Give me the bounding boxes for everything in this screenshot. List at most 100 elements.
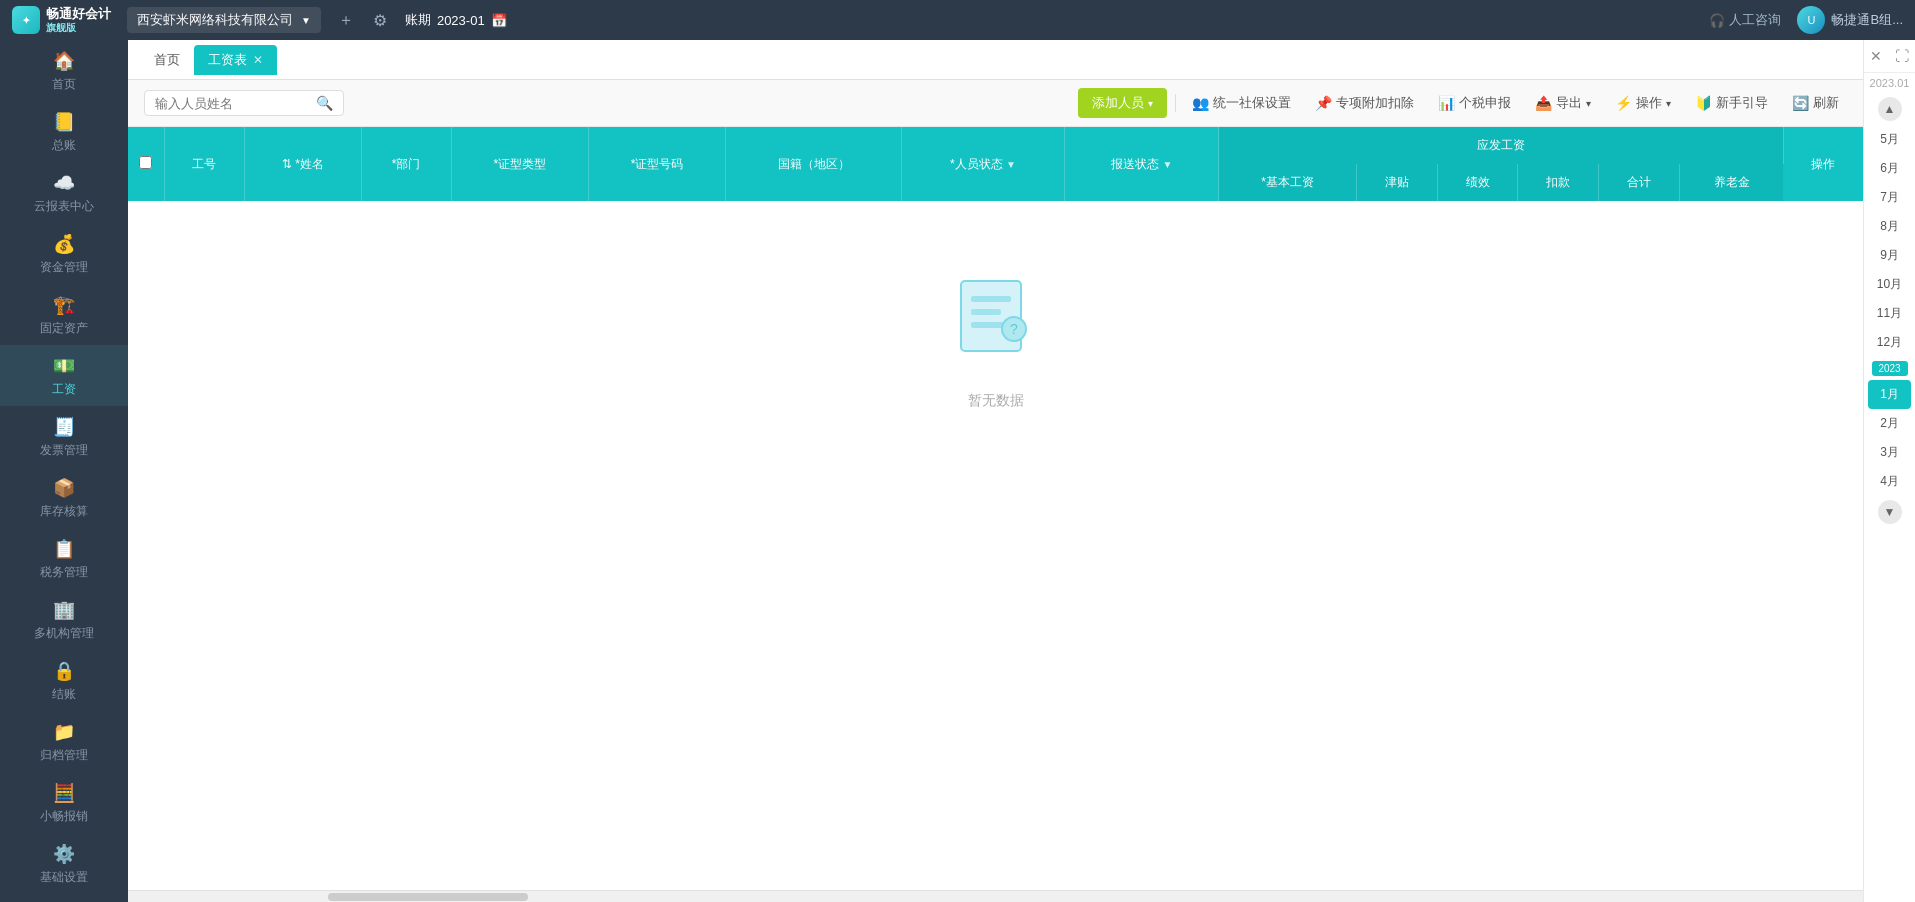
invoice-icon: 🧾 xyxy=(53,416,75,438)
fixed-assets-icon: 🏗️ xyxy=(53,294,75,316)
th-employee-id: 工号 xyxy=(164,127,245,201)
company-selector[interactable]: 西安虾米网络科技有限公司 ▼ xyxy=(127,7,321,33)
sidebar-item-invoice[interactable]: 🧾 发票管理 xyxy=(0,406,128,467)
settings-icon[interactable]: ⚙ xyxy=(367,7,393,33)
expand-icon[interactable]: ⛶ xyxy=(1895,48,1909,64)
year-2023-badge: 2023 xyxy=(1872,361,1908,376)
sidebar-item-inventory[interactable]: 📦 库存核算 xyxy=(0,467,128,528)
tab-bar: 首页 工资表 ✕ xyxy=(128,40,1863,80)
th-pension: 养老金 xyxy=(1680,164,1783,201)
logo-icon: ✦ xyxy=(12,6,40,34)
sidebar-item-cloud-report[interactable]: ☁️ 云报表中心 xyxy=(0,162,128,223)
chevron-down-icon: ▼ xyxy=(301,15,311,26)
month-6-2022[interactable]: 6月 xyxy=(1864,154,1915,183)
horizontal-scrollbar[interactable] xyxy=(128,890,1863,902)
search-box[interactable]: 🔍 xyxy=(144,90,344,116)
period-display: 账期 2023-01 📅 xyxy=(405,11,507,29)
th-name: ⇅ *姓名 xyxy=(245,127,361,201)
toolbar: 🔍 添加人员 ▾ 👥 统一社保设置 📌 xyxy=(128,80,1863,127)
tax-icon: 📊 xyxy=(1438,95,1455,111)
current-period: 2023.01 xyxy=(1864,73,1915,93)
refresh-icon: 🔄 xyxy=(1792,95,1809,111)
topbar-actions: ＋ ⚙ xyxy=(333,7,393,33)
add-person-button[interactable]: 添加人员 ▾ xyxy=(1078,88,1167,118)
sidebar-item-closing[interactable]: 🔒 结账 xyxy=(0,650,128,711)
cloud-icon: ☁️ xyxy=(53,172,75,194)
empty-state: ? 暂无数据 xyxy=(128,201,1863,470)
multi-org-icon: 🏢 xyxy=(53,599,75,621)
guide-btn-icon: 🔰 xyxy=(1695,95,1712,111)
scroll-down-button[interactable]: ▼ xyxy=(1878,500,1902,524)
app-logo: ✦ 畅通好会计 旗舰版 xyxy=(12,6,111,34)
headset-icon: 🎧 xyxy=(1709,13,1725,28)
social-security-button[interactable]: 👥 统一社保设置 xyxy=(1184,90,1299,116)
tab-close-icon[interactable]: ✕ xyxy=(253,53,263,67)
th-action: 操作 xyxy=(1783,127,1863,201)
month-1-2023[interactable]: 1月 xyxy=(1868,380,1911,409)
export-button[interactable]: 📤 导出 ▾ xyxy=(1527,90,1599,116)
ledger-icon: 📒 xyxy=(53,111,75,133)
th-department: *部门 xyxy=(361,127,451,201)
sidebar-item-ledger[interactable]: 📒 总账 xyxy=(0,101,128,162)
operations-button[interactable]: ⚡ 操作 ▾ xyxy=(1607,90,1679,116)
sidebar-item-multi-org[interactable]: 🏢 多机构管理 xyxy=(0,589,128,650)
salary-table: 工号 ⇅ *姓名 *部门 *证型类型 *证型号码 国籍（地区） *人员状态 ▼ xyxy=(128,127,1863,201)
chevron-down-icon: ▾ xyxy=(1586,98,1591,109)
sidebar-item-expense[interactable]: 🧮 小畅报销 xyxy=(0,772,128,833)
main-content: 🔍 添加人员 ▾ 👥 统一社保设置 📌 xyxy=(128,80,1863,902)
operations-icon: ⚡ xyxy=(1615,95,1632,111)
salary-icon: 💵 xyxy=(53,355,75,377)
divider xyxy=(1175,94,1176,112)
month-11-2022[interactable]: 11月 xyxy=(1864,299,1915,328)
sidebar-item-guide[interactable]: 🔰 新手引导 xyxy=(0,894,128,902)
th-total: 合计 xyxy=(1599,164,1680,201)
month-2-2023[interactable]: 2月 xyxy=(1864,409,1915,438)
content-area: 首页 工资表 ✕ 🔍 添加人员 xyxy=(128,40,1863,902)
month-5-2022[interactable]: 5月 xyxy=(1864,125,1915,154)
refresh-button[interactable]: 🔄 刷新 xyxy=(1784,90,1847,116)
toolbar-right: 添加人员 ▾ 👥 统一社保设置 📌 专项附加扣除 xyxy=(1078,88,1847,118)
tax-icon: 📋 xyxy=(53,538,75,560)
chevron-down-icon: ▾ xyxy=(1148,98,1153,109)
special-deduction-button[interactable]: 📌 专项附加扣除 xyxy=(1307,90,1422,116)
export-icon: 📤 xyxy=(1535,95,1552,111)
chevron-down-icon: ▾ xyxy=(1666,98,1671,109)
th-deduction: 扣款 xyxy=(1518,164,1599,201)
settings-sidebar-icon: ⚙️ xyxy=(53,843,75,865)
month-9-2022[interactable]: 9月 xyxy=(1864,241,1915,270)
table-container: 工号 ⇅ *姓名 *部门 *证型类型 *证型号码 国籍（地区） *人员状态 ▼ xyxy=(128,127,1863,890)
filter-icon2[interactable]: ▼ xyxy=(1163,159,1173,170)
month-4-2023[interactable]: 4月 xyxy=(1864,467,1915,496)
month-7-2022[interactable]: 7月 xyxy=(1864,183,1915,212)
month-8-2022[interactable]: 8月 xyxy=(1864,212,1915,241)
add-icon[interactable]: ＋ xyxy=(333,7,359,33)
tab-home[interactable]: 首页 xyxy=(140,45,194,75)
sidebar-item-fund[interactable]: 💰 资金管理 xyxy=(0,223,128,284)
guide-button[interactable]: 🔰 新手引导 xyxy=(1687,90,1776,116)
close-icon[interactable]: ✕ xyxy=(1870,48,1882,64)
month-12-2022[interactable]: 12月 xyxy=(1864,328,1915,357)
svg-rect-3 xyxy=(971,322,1006,328)
sidebar-item-tax[interactable]: 📋 税务管理 xyxy=(0,528,128,589)
home-icon: 🏠 xyxy=(53,50,75,72)
sidebar-item-settings[interactable]: ⚙️ 基础设置 xyxy=(0,833,128,894)
sidebar-item-home[interactable]: 🏠 首页 xyxy=(0,40,128,101)
sidebar-item-salary[interactable]: 💵 工资 xyxy=(0,345,128,406)
search-input[interactable] xyxy=(155,96,316,111)
tab-salary-table[interactable]: 工资表 ✕ xyxy=(194,45,277,75)
right-panel-header: ✕ ⛶ xyxy=(1864,40,1915,73)
month-3-2023[interactable]: 3月 xyxy=(1864,438,1915,467)
scrollbar-thumb[interactable] xyxy=(328,893,528,901)
social-security-icon: 👥 xyxy=(1192,95,1209,111)
filter-icon[interactable]: ▼ xyxy=(1006,159,1016,170)
sidebar-item-archive[interactable]: 📁 归档管理 xyxy=(0,711,128,772)
empty-text: 暂无数据 xyxy=(968,392,1024,410)
scroll-up-button[interactable]: ▲ xyxy=(1878,97,1902,121)
sidebar-item-fixed-assets[interactable]: 🏗️ 固定资产 xyxy=(0,284,128,345)
month-10-2022[interactable]: 10月 xyxy=(1864,270,1915,299)
service-button[interactable]: 🎧 人工咨询 xyxy=(1709,11,1781,29)
calendar-icon[interactable]: 📅 xyxy=(491,13,507,28)
select-all-checkbox[interactable] xyxy=(139,156,152,169)
th-payroll-group: 应发工资 xyxy=(1219,127,1783,164)
tax-declaration-button[interactable]: 📊 个税申报 xyxy=(1430,90,1519,116)
